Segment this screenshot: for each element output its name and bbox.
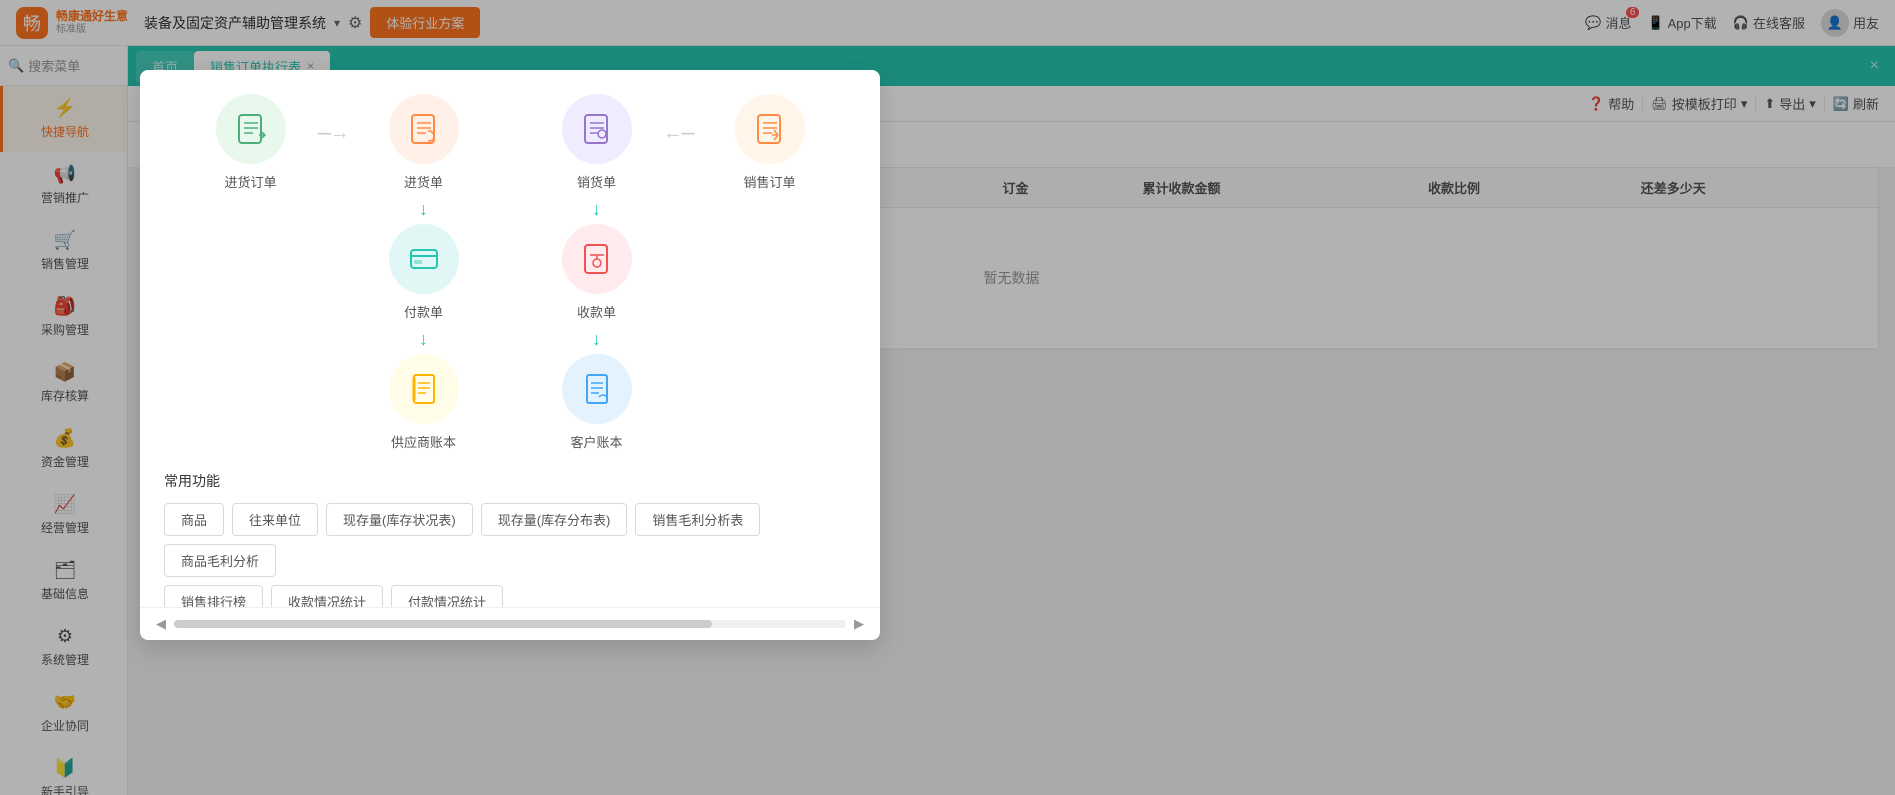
common-btn-商品毛利分析[interactable]: 商品毛利分析 <box>164 544 276 577</box>
flow-node-purchase-order[interactable]: 进货订单 <box>164 94 337 191</box>
payment-label: 付款单 <box>404 302 443 321</box>
purchase-bill-label: 进货单 <box>404 172 443 191</box>
modal-overlay[interactable]: 进货订单 - - - → 进货单 <box>0 0 1895 795</box>
purchase-order-icon <box>216 94 286 164</box>
sales-order-label: 销售订单 <box>743 172 795 191</box>
arrow-down-purchase-bill: ↓ <box>419 199 428 220</box>
customer-ledger-icon <box>562 354 632 424</box>
arrow-down-sales-bill: ↓ <box>592 199 601 220</box>
common-btn-付款情况统计[interactable]: 付款情况统计 <box>391 585 503 607</box>
supplier-ledger-icon <box>389 354 459 424</box>
flow-node-payment[interactable]: 付款单 <box>337 224 510 321</box>
flow-col2-down: ↓ <box>337 195 510 224</box>
common-btn-销售排行榜[interactable]: 销售排行榜 <box>164 585 263 607</box>
flow-row-2b: 付款单 收款单 <box>164 224 856 321</box>
scroll-left-arrow[interactable]: ◀ <box>156 616 166 632</box>
common-btn-销售毛利分析表[interactable]: 销售毛利分析表 <box>635 503 760 536</box>
flow-col2-down2: ↓ <box>337 325 510 354</box>
arrow-down-payment: ↓ <box>419 329 428 350</box>
common-btn-现存量(库存分布表)[interactable]: 现存量(库存分布表) <box>481 503 628 536</box>
flow-row-1: 进货订单 - - - → 进货单 <box>164 94 856 191</box>
flow-col3-down2: ↓ <box>510 325 683 354</box>
supplier-ledger-label: 供应商账本 <box>391 432 456 451</box>
modal-inner: 进货订单 - - - → 进货单 <box>140 70 880 607</box>
payment-icon <box>389 224 459 294</box>
flow-node-sales-order[interactable]: 销售订单 <box>683 94 856 191</box>
flow-row-3a: ↓ ↓ <box>164 325 856 354</box>
scroll-right-arrow[interactable]: ▶ <box>854 616 864 632</box>
quick-nav-modal: 进货订单 - - - → 进货单 <box>140 70 880 640</box>
arrow-down-receipt: ↓ <box>592 329 601 350</box>
scrollbar-thumb <box>174 620 712 628</box>
flow-row-2: ↓ ↓ <box>164 195 856 224</box>
sales-bill-label: 销货单 <box>577 172 616 191</box>
purchase-order-label: 进货订单 <box>224 172 276 191</box>
arrow-4-3: ← - - - <box>663 122 703 145</box>
common-section-title: 常用功能 <box>164 471 856 491</box>
common-btns-row2: 销售排行榜收款情况统计付款情况统计 <box>164 585 856 607</box>
common-btn-收款情况统计[interactable]: 收款情况统计 <box>271 585 383 607</box>
receipt-label: 收款单 <box>577 302 616 321</box>
sales-order-icon <box>735 94 805 164</box>
customer-ledger-label: 客户账本 <box>570 432 622 451</box>
common-btn-现存量(库存状况表)[interactable]: 现存量(库存状况表) <box>326 503 473 536</box>
flow-col3-down: ↓ <box>510 195 683 224</box>
flow-node-purchase-bill[interactable]: 进货单 <box>337 94 510 191</box>
flow-node-customer-ledger[interactable]: 客户账本 <box>510 354 683 451</box>
flow-node-supplier-ledger[interactable]: 供应商账本 <box>337 354 510 451</box>
flow-node-sales-bill[interactable]: 销货单 <box>510 94 683 191</box>
common-btns-row1: 商品往来单位现存量(库存状况表)现存量(库存分布表)销售毛利分析表商品毛利分析 <box>164 503 856 577</box>
common-functions-section: 常用功能 商品往来单位现存量(库存状况表)现存量(库存分布表)销售毛利分析表商品… <box>164 471 856 607</box>
flow-node-receipt[interactable]: 收款单 <box>510 224 683 321</box>
sales-bill-icon <box>562 94 632 164</box>
purchase-bill-icon <box>389 94 459 164</box>
app-wrapper: 畅 畅康通好生意 标准版 装备及固定资产辅助管理系统 ▾ ⚙ 体验行业方案 💬 … <box>0 0 1895 795</box>
common-btn-往来单位[interactable]: 往来单位 <box>232 503 318 536</box>
flow-row-3b: 供应商账本 客户账本 <box>164 354 856 451</box>
common-btn-商品[interactable]: 商品 <box>164 503 224 536</box>
scrollbar-track[interactable] <box>174 620 846 628</box>
arrow-1-2: - - - → <box>317 122 357 145</box>
modal-scrollbar: ◀ ▶ <box>140 607 880 640</box>
receipt-icon <box>562 224 632 294</box>
